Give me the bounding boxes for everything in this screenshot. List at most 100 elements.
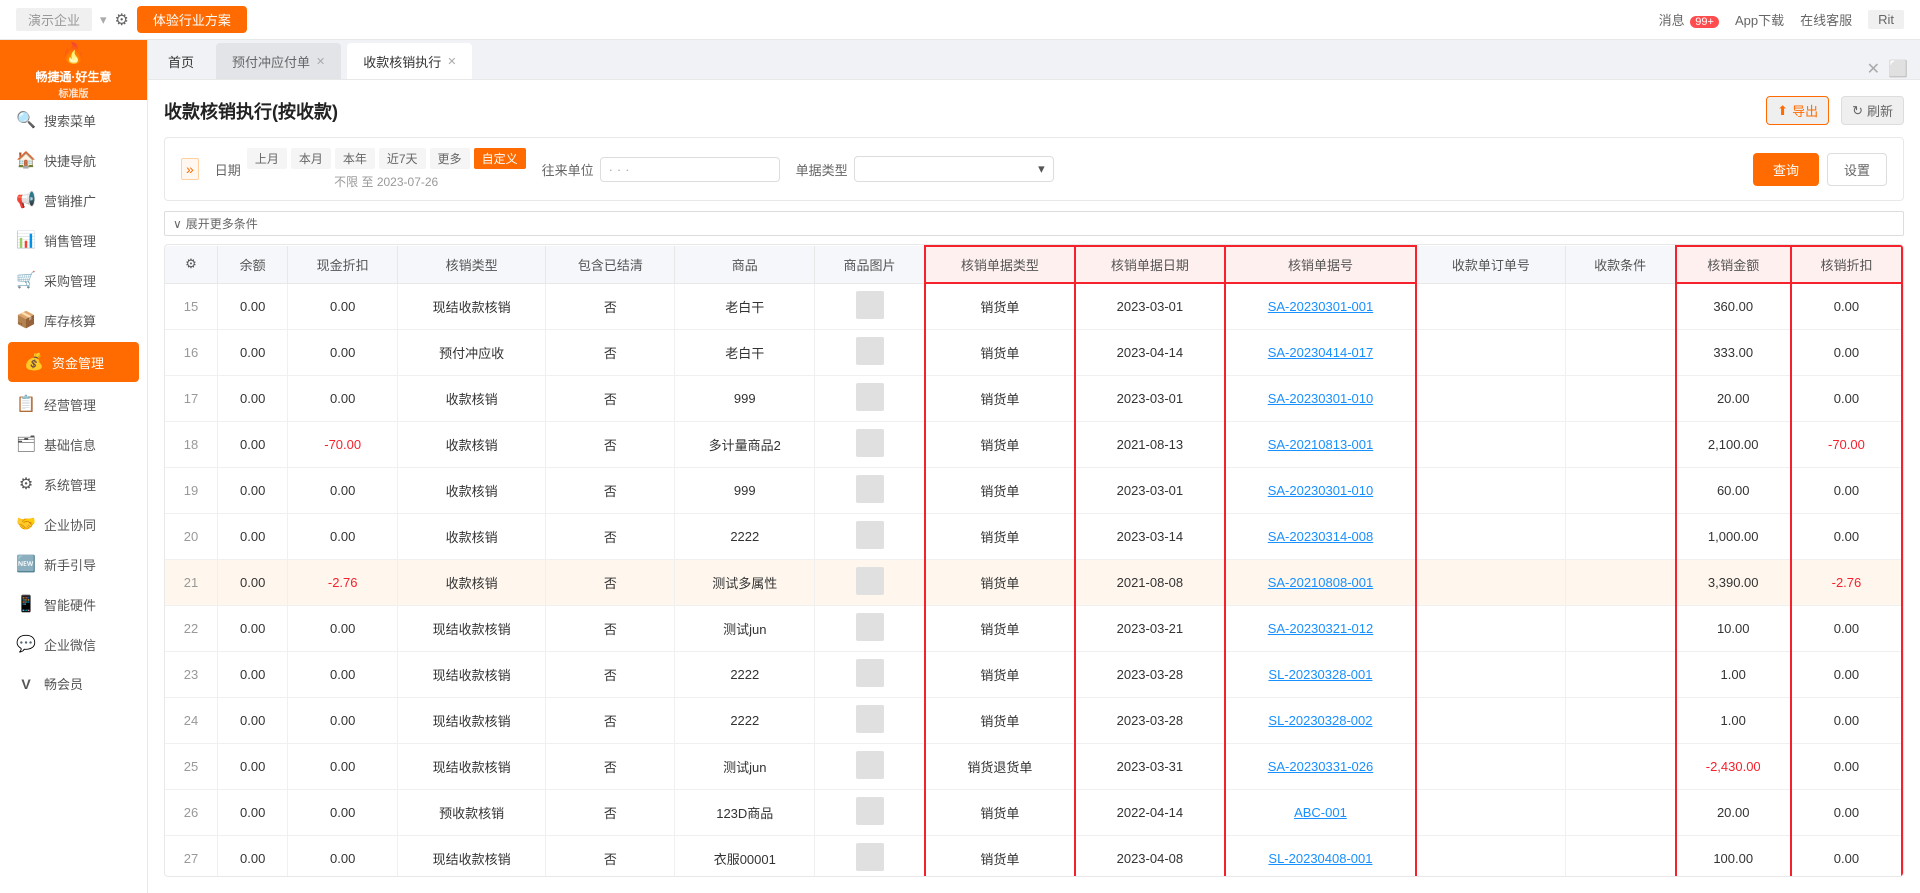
cell-verify-amount: 3,390.00	[1676, 559, 1791, 605]
window-close-icon[interactable]: ✕	[1867, 59, 1880, 79]
col-header-gear[interactable]: ⚙	[165, 246, 217, 283]
sidebar-item-wechat[interactable]: 💬 企业微信	[0, 624, 147, 664]
cell-bill-no[interactable]: SL-20230408-001	[1225, 835, 1416, 877]
user-name[interactable]: Rit	[1868, 10, 1904, 29]
cell-cash-discount: 0.00	[288, 605, 397, 651]
filter-from-unit-input[interactable]: ···	[600, 157, 780, 182]
window-expand-icon[interactable]: ⬜	[1888, 59, 1908, 79]
query-button[interactable]: 查询	[1753, 153, 1819, 186]
app-download-link[interactable]: App下载	[1735, 10, 1784, 29]
settings-icon[interactable]: ⚙	[115, 10, 129, 30]
filter-tag-last-month[interactable]: 上月	[247, 148, 287, 169]
sidebar-item-operation[interactable]: 📋 经营管理	[0, 384, 147, 424]
cell-bill-no[interactable]: SA-20230301-010	[1225, 467, 1416, 513]
cell-verify-type: 现结收款核销	[397, 651, 545, 697]
cell-bill-no[interactable]: SA-20230301-001	[1225, 283, 1416, 329]
cell-receipt-order-no	[1416, 743, 1565, 789]
cell-goods: 999	[675, 375, 815, 421]
sidebar-item-search[interactable]: 🔍 搜索菜单	[0, 100, 147, 140]
export-button[interactable]: ⬆ 导出	[1766, 96, 1829, 125]
filter-tag-custom[interactable]: 自定义	[474, 148, 526, 169]
refresh-button[interactable]: ↻ 刷新	[1841, 96, 1904, 125]
refresh-label: 刷新	[1867, 101, 1893, 120]
sidebar-item-hardware[interactable]: 📱 智能硬件	[0, 584, 147, 624]
layout: 🔥 畅捷通·好生意 标准版 🔍 搜索菜单 🏠 快捷导航 📢 营销推广 📊 销售管…	[0, 40, 1920, 893]
sidebar-item-system[interactable]: ⚙ 系统管理	[0, 464, 147, 504]
sidebar-item-inventory[interactable]: 📦 库存核算	[0, 300, 147, 340]
logo-text: 畅捷通·好生意	[36, 68, 112, 85]
cell-bill-no[interactable]: SA-20230321-012	[1225, 605, 1416, 651]
cell-bill-no[interactable]: SA-20210808-001	[1225, 559, 1416, 605]
sidebar-item-label: 系统管理	[44, 475, 96, 494]
filter-expand-button[interactable]: »	[181, 158, 199, 180]
tab-prepay[interactable]: 预付冲应付单 ✕	[216, 43, 341, 79]
tab-collection[interactable]: 收款核销执行 ✕	[347, 43, 472, 79]
cell-bill-no[interactable]: SA-20230301-010	[1225, 375, 1416, 421]
filter-date-tags-row: 上月 本月 本年 近7天 更多 自定义	[247, 148, 526, 169]
sidebar-item-finance[interactable]: 💰 资金管理	[8, 342, 139, 382]
filter-tag-more[interactable]: 更多	[430, 148, 470, 169]
cell-receipt-condition	[1565, 743, 1675, 789]
expand-more-button[interactable]: ∨ 展开更多条件	[164, 211, 1904, 236]
cell-bill-date: 2023-03-01	[1075, 467, 1225, 513]
table-row: 25 0.00 0.00 现结收款核销 否 测试jun 销货退货单 2023-0…	[165, 743, 1902, 789]
cell-balance: 0.00	[217, 375, 288, 421]
message-section[interactable]: 消息 99+	[1659, 10, 1719, 29]
filter-tag-7days[interactable]: 近7天	[379, 148, 426, 169]
cell-bill-type: 销货单	[925, 421, 1075, 467]
filter-tag-this-year[interactable]: 本年	[335, 148, 375, 169]
cell-bill-no[interactable]: SA-20210813-001	[1225, 421, 1416, 467]
filter-receipt-type-label: 单据类型	[796, 160, 848, 179]
sidebar-item-sales[interactable]: 📊 销售管理	[0, 220, 147, 260]
inventory-icon: 📦	[16, 310, 36, 330]
cell-bill-no[interactable]: SL-20230328-001	[1225, 651, 1416, 697]
export-icon: ⬆	[1777, 103, 1788, 119]
cell-receipt-order-no	[1416, 559, 1565, 605]
filter-receipt-type-select[interactable]: ▾	[854, 156, 1054, 182]
tab-home[interactable]: 首页	[152, 43, 210, 79]
cell-bill-no[interactable]: SA-20230414-017	[1225, 329, 1416, 375]
sidebar-item-label: 企业协同	[44, 515, 96, 534]
filter-tag-this-month[interactable]: 本月	[291, 148, 331, 169]
online-service-link[interactable]: 在线客服	[1800, 10, 1852, 29]
sidebar-item-purchase[interactable]: 🛒 采购管理	[0, 260, 147, 300]
cell-verify-discount: -2.76	[1791, 559, 1902, 605]
cell-include-settled: 否	[546, 835, 675, 877]
tab-prepay-close-icon[interactable]: ✕	[316, 55, 325, 68]
sidebar-item-guide[interactable]: 🆕 新手引导	[0, 544, 147, 584]
settings-button[interactable]: 设置	[1827, 153, 1887, 186]
cell-bill-no[interactable]: SA-20230331-026	[1225, 743, 1416, 789]
cell-bill-date: 2021-08-13	[1075, 421, 1225, 467]
cell-bill-no[interactable]: ABC-001	[1225, 789, 1416, 835]
table-row: 27 0.00 0.00 现结收款核销 否 衣服00001 销货单 2023-0…	[165, 835, 1902, 877]
home-icon: 🏠	[16, 150, 36, 170]
cell-include-settled: 否	[546, 697, 675, 743]
sidebar-item-member[interactable]: V 畅会员	[0, 664, 147, 703]
cell-cash-discount: 0.00	[288, 789, 397, 835]
filter-receipt-type: 单据类型 ▾	[796, 156, 1054, 182]
col-header-receipt-order-no: 收款单订单号	[1416, 246, 1565, 283]
cell-balance: 0.00	[217, 467, 288, 513]
cell-receipt-condition	[1565, 283, 1675, 329]
sidebar-item-marketing[interactable]: 📢 营销推广	[0, 180, 147, 220]
col-header-goods: 商品	[675, 246, 815, 283]
data-table-wrap: ⚙ 余额 现金折扣 核销类型 包含已结清 商品 商品图片 核销单据类型 核销单据…	[164, 244, 1904, 877]
expand-more-label: 展开更多条件	[186, 215, 258, 232]
col-header-verify-discount: 核销折扣	[1791, 246, 1902, 283]
sidebar-item-enterprise[interactable]: 🤝 企业协同	[0, 504, 147, 544]
cell-bill-no[interactable]: SL-20230328-002	[1225, 697, 1416, 743]
cell-balance: 0.00	[217, 651, 288, 697]
cell-verify-discount: 0.00	[1791, 743, 1902, 789]
dropdown-arrow-icon[interactable]: ▾	[100, 12, 107, 28]
cell-receipt-order-no	[1416, 697, 1565, 743]
table-row: 16 0.00 0.00 预付冲应收 否 老白干 销货单 2023-04-14 …	[165, 329, 1902, 375]
sidebar-item-shortcut[interactable]: 🏠 快捷导航	[0, 140, 147, 180]
cell-bill-no[interactable]: SA-20230314-008	[1225, 513, 1416, 559]
refresh-icon: ↻	[1852, 103, 1863, 119]
cell-receipt-condition	[1565, 329, 1675, 375]
sidebar-item-basic[interactable]: 🗂 基础信息	[0, 424, 147, 464]
cell-receipt-condition	[1565, 605, 1675, 651]
solution-button[interactable]: 体验行业方案	[137, 6, 247, 33]
tab-collection-close-icon[interactable]: ✕	[447, 55, 456, 68]
cell-bill-type: 销货单	[925, 375, 1075, 421]
